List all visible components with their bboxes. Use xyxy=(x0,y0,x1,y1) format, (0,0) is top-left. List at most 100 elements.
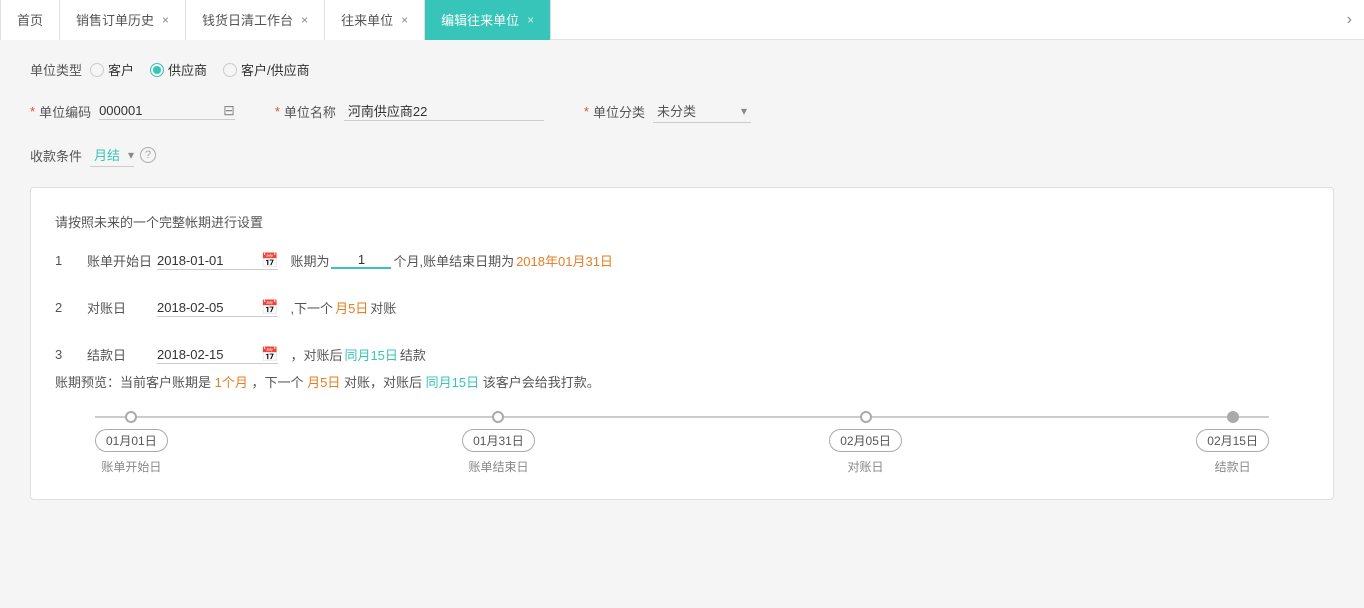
period-text-3: ，对账后 同月15日 结款 xyxy=(290,345,426,364)
radio-circle-customer xyxy=(90,63,104,77)
period-end-date-highlight: 2018年01月31日 xyxy=(516,251,613,270)
tab-home[interactable]: 首页 xyxy=(0,0,60,40)
preview-sep2: 对账，对账后 xyxy=(344,375,422,390)
timeline-badge-3: 02月05日 xyxy=(829,429,902,452)
unit-category-value: 未分类 xyxy=(657,101,737,120)
close-tab-edit-partner[interactable]: × xyxy=(527,13,534,27)
close-tab-cash-reconcile[interactable]: × xyxy=(301,13,308,27)
timeline-sub-1: 账单开始日 xyxy=(101,458,161,475)
payment-condition-label: 收款条件 xyxy=(30,146,82,165)
preview-sep1: ，下一个 xyxy=(252,375,304,390)
timeline-point-2: 01月31日 账单结束日 xyxy=(462,411,535,475)
period-suffix-before-1: 账期为 xyxy=(290,251,329,270)
unit-code-group: * 单位编码 ⊟ xyxy=(30,102,235,121)
unit-code-input[interactable] xyxy=(99,103,219,118)
period-num-1: 1 xyxy=(55,253,75,268)
unit-name-label: 单位名称 xyxy=(284,102,336,121)
calendar-icon-2[interactable]: 📅 xyxy=(261,299,278,316)
period-month-input[interactable] xyxy=(331,252,391,269)
period-num-3: 3 xyxy=(55,347,75,362)
unit-type-label: 单位类型 xyxy=(30,60,82,79)
unit-category-group: * 单位分类 未分类 ▾ xyxy=(584,99,751,123)
timeline-badge-4: 02月15日 xyxy=(1196,429,1269,452)
period-row-3: 3 结款日 📅 ，对账后 同月15日 结款 xyxy=(55,345,1309,364)
unit-code-required: * xyxy=(30,104,35,119)
radio-circle-both xyxy=(223,63,237,77)
tab-partner-unit[interactable]: 往来单位 × xyxy=(325,0,425,40)
unit-type-radio-group: 客户 供应商 客户/供应商 xyxy=(90,60,310,79)
timeline-point-4: 02月15日 结款日 xyxy=(1196,411,1269,475)
timeline-dot-2 xyxy=(492,411,504,423)
timeline-sub-3: 对账日 xyxy=(848,458,884,475)
timeline-point-3: 02月05日 对账日 xyxy=(829,411,902,475)
unit-category-chevron: ▾ xyxy=(741,104,747,118)
period-date-input-2[interactable] xyxy=(157,300,257,315)
main-content: 单位类型 客户 供应商 客户/供应商 * 单位编码 xyxy=(0,40,1364,520)
calendar-icon-1[interactable]: 📅 xyxy=(261,252,278,269)
period-suffix-after-3: 结款 xyxy=(400,345,426,364)
unit-code-input-wrapper: ⊟ xyxy=(99,102,235,120)
unit-type-group: 单位类型 客户 供应商 客户/供应商 xyxy=(30,60,310,79)
period-label-2: 对账日 xyxy=(87,298,157,317)
unit-name-input[interactable] xyxy=(344,101,544,121)
timeline-sub-2: 账单结束日 xyxy=(468,458,528,475)
timeline-point-1: 01月01日 账单开始日 xyxy=(95,411,168,475)
period-text-2: ,下一个 月5日 对账 xyxy=(290,298,396,317)
unit-category-required: * xyxy=(584,104,589,119)
period-settings-box: 请按照未来的一个完整帐期进行设置 1 账单开始日 📅 账期为 个月,账单结束日期… xyxy=(30,187,1334,500)
period-suffix-after-2: 对账 xyxy=(370,298,396,317)
period-label-1: 账单开始日 xyxy=(87,251,157,270)
period-num-2: 2 xyxy=(55,300,75,315)
radio-supplier[interactable]: 供应商 xyxy=(150,60,207,79)
period-label-3: 结款日 xyxy=(87,345,157,364)
period-date-2: 📅 xyxy=(157,299,278,317)
unit-info-row: * 单位编码 ⊟ * 单位名称 * 单位分类 未分类 ▾ xyxy=(30,99,1334,123)
timeline-badge-2: 01月31日 xyxy=(462,429,535,452)
close-tab-partner-unit[interactable]: × xyxy=(401,13,408,27)
tab-more-button[interactable]: › xyxy=(1335,11,1364,29)
unit-type-row: 单位类型 客户 供应商 客户/供应商 xyxy=(30,60,1334,79)
close-tab-sales-history[interactable]: × xyxy=(162,13,169,27)
unit-category-label: 单位分类 xyxy=(593,102,645,121)
timeline-sub-4: 结款日 xyxy=(1215,458,1251,475)
period-suffix-after-1: 个月,账单结束日期为 xyxy=(393,251,514,270)
preview-end: 该客户会给我打款。 xyxy=(483,375,600,390)
period-suffix-before-2: ,下一个 xyxy=(290,298,333,317)
payment-condition-select[interactable]: 月结 ▾ xyxy=(90,143,134,167)
preview-label: 账期预览：当前客户账期是 xyxy=(55,375,211,390)
tab-edit-partner[interactable]: 编辑往来单位 × xyxy=(425,0,551,40)
period-text-1: 账期为 个月,账单结束日期为 2018年01月31日 xyxy=(290,251,612,270)
period-date-1: 📅 xyxy=(157,252,278,270)
period-date-3: 📅 xyxy=(157,346,278,364)
preview-p1: 1个月 xyxy=(215,375,248,390)
period-highlight-3: 同月15日 xyxy=(344,345,397,364)
payment-condition-group: 收款条件 月结 ▾ ? xyxy=(30,143,156,167)
timeline-section: 01月01日 账单开始日 01月31日 账单结束日 02月05日 对账日 xyxy=(55,411,1309,475)
payment-condition-value: 月结 xyxy=(90,143,124,166)
copy-icon[interactable]: ⊟ xyxy=(223,102,235,119)
period-date-input-3[interactable] xyxy=(157,347,257,362)
unit-category-select[interactable]: 未分类 ▾ xyxy=(653,99,751,123)
preview-p3: 同月15日 xyxy=(426,375,479,390)
period-date-input-1[interactable] xyxy=(157,253,257,268)
radio-customer[interactable]: 客户 xyxy=(90,60,134,79)
timeline-dot-1 xyxy=(125,411,137,423)
timeline-badge-1: 01月01日 xyxy=(95,429,168,452)
tabs-bar: 首页 销售订单历史 × 钱货日清工作台 × 往来单位 × 编辑往来单位 × › xyxy=(0,0,1364,40)
unit-name-required: * xyxy=(275,104,280,119)
preview-p2: 月5日 xyxy=(307,375,340,390)
help-icon[interactable]: ? xyxy=(140,147,156,163)
period-suffix-before-3: ，对账后 xyxy=(290,345,342,364)
timeline-dot-4 xyxy=(1227,411,1239,423)
unit-code-label: 单位编码 xyxy=(39,102,91,121)
box-instruction: 请按照未来的一个完整帐期进行设置 xyxy=(55,212,1309,231)
radio-both[interactable]: 客户/供应商 xyxy=(223,60,310,79)
period-row-2: 2 对账日 📅 ,下一个 月5日 对账 xyxy=(55,298,1309,317)
unit-name-group: * 单位名称 xyxy=(275,101,544,121)
calendar-icon-3[interactable]: 📅 xyxy=(261,346,278,363)
radio-circle-supplier xyxy=(150,63,164,77)
timeline-dot-3 xyxy=(860,411,872,423)
payment-condition-row: 收款条件 月结 ▾ ? xyxy=(30,143,1334,167)
tab-cash-reconcile[interactable]: 钱货日清工作台 × xyxy=(186,0,325,40)
tab-sales-history[interactable]: 销售订单历史 × xyxy=(60,0,186,40)
